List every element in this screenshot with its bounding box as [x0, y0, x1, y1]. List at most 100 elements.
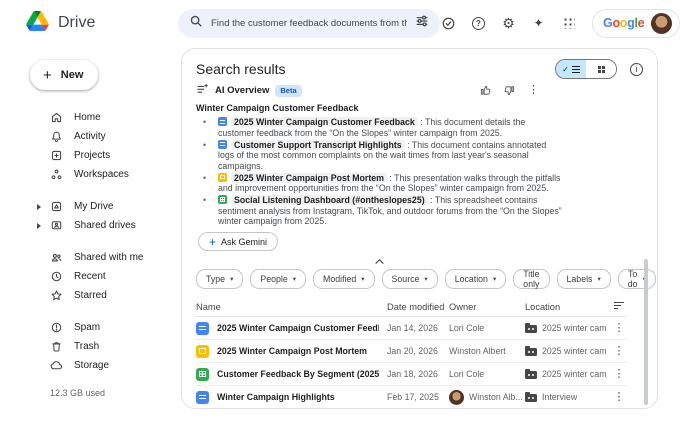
filter-chip[interactable]: People ▾	[250, 269, 306, 289]
sidebar-item[interactable]: Shared drives	[26, 216, 173, 235]
filter-chips: Type ▾ People ▾ Modified ▾ Source ▾ Loca…	[196, 269, 643, 289]
file-row[interactable]: Winter Campaign Highlights Feb 17, 2025 …	[196, 386, 627, 409]
main-layout: + New Home Activity	[0, 46, 680, 409]
file-location: 2025 winter cam	[542, 346, 607, 356]
file-type-icon	[218, 195, 227, 204]
sidebar-item-icon	[50, 219, 63, 232]
filter-chip-label: Labels	[567, 274, 593, 284]
filter-chip[interactable]: Location ▾	[445, 269, 507, 289]
thumbs-down-icon[interactable]	[504, 85, 515, 96]
expand-caret-icon[interactable]	[37, 204, 41, 210]
thumbs-up-icon[interactable]	[480, 85, 491, 96]
ai-overview-section: AI Overview Beta ⋮ Winter Campaign Custo…	[196, 83, 643, 263]
column-header-date-modified[interactable]: Date modified	[387, 302, 449, 312]
sidebar-item-icon	[50, 289, 63, 302]
sidebar-item-icon	[50, 321, 63, 334]
gemini-icon[interactable]	[530, 15, 547, 32]
help-icon[interactable]	[470, 15, 487, 32]
sidebar-item-icon	[50, 111, 63, 124]
sidebar-item-icon	[50, 149, 63, 162]
tune-icon[interactable]	[415, 14, 429, 33]
scrollbar[interactable]	[644, 259, 648, 405]
file-row[interactable]: 2025 Winter Campaign Post Mortem Jan 20,…	[196, 340, 627, 363]
referenced-file-link[interactable]: 2025 Winter Campaign Post Mortem	[231, 173, 387, 183]
sidebar-item[interactable]: Recent	[26, 267, 173, 286]
file-owner: Lori Cole	[449, 323, 484, 333]
sidebar-item[interactable]: Shared with me	[26, 248, 173, 267]
file-row[interactable]: 2025 Winter Campaign Customer Feedback J…	[196, 317, 627, 340]
search-input[interactable]: Find the customer feedback documents fro…	[211, 18, 407, 29]
details-info-icon[interactable]	[630, 63, 643, 76]
list-view-icon	[572, 66, 580, 73]
sidebar-item[interactable]: Activity	[26, 127, 173, 146]
account-pill: Google	[592, 9, 680, 38]
referenced-file-link[interactable]: Social Listening Dashboard (#ontheslopes…	[231, 195, 428, 205]
sidebar-item[interactable]: Trash	[26, 337, 173, 356]
row-more-options-icon[interactable]: ⋮	[614, 322, 625, 334]
dropdown-caret-icon: ▾	[293, 275, 296, 283]
file-type-icon	[196, 345, 209, 358]
referenced-file-link[interactable]: Customer Support Transcript Highlights	[231, 140, 405, 150]
sidebar-nav: Home Activity Projects	[26, 108, 173, 375]
ai-more-options-icon[interactable]: ⋮	[528, 85, 539, 96]
storage-used: 12.3 GB used	[26, 388, 173, 398]
search-results-panel: Search results ✓	[181, 48, 658, 409]
sidebar-item[interactable]: Workspaces	[26, 165, 173, 184]
sidebar-item-label: Home	[74, 112, 101, 123]
collapse-chevron-icon[interactable]	[374, 258, 385, 265]
row-more-options-icon[interactable]: ⋮	[614, 391, 625, 403]
apps-grid-icon[interactable]	[560, 15, 577, 32]
sidebar-item[interactable]: My Drive	[26, 197, 173, 216]
offline-status-icon[interactable]	[440, 15, 457, 32]
referenced-file-link[interactable]: 2025 Winter Campaign Customer Feedback	[231, 117, 418, 127]
ai-overview-bullet: Customer Support Transcript Highlights :…	[196, 140, 562, 172]
table-body: 2025 Winter Campaign Customer Feedback J…	[196, 317, 627, 409]
filter-chip[interactable]: Source ▾	[382, 269, 438, 289]
sidebar-item[interactable]: Projects	[26, 146, 173, 165]
sidebar-item-label: My Drive	[74, 201, 113, 212]
filter-chip[interactable]: To do ▾	[618, 269, 656, 289]
filter-chip[interactable]: Title only ▾	[513, 269, 549, 289]
search-bar[interactable]: Find the customer feedback documents fro…	[178, 9, 440, 38]
filter-chip-label: Type	[206, 274, 225, 284]
filter-chip[interactable]: Modified ▾	[313, 269, 375, 289]
ask-gemini-label: Ask Gemini	[221, 237, 267, 247]
expand-caret-icon[interactable]	[37, 223, 41, 229]
ask-gemini-button[interactable]: + Ask Gemini	[198, 232, 278, 251]
row-more-options-icon[interactable]: ⋮	[614, 345, 625, 357]
list-view-button[interactable]: ✓	[556, 60, 586, 78]
sidebar-item[interactable]: Starred	[26, 286, 173, 305]
filter-chip[interactable]: Labels ▾	[557, 269, 611, 289]
sidebar-item-icon	[50, 270, 63, 283]
google-drive-app: Drive Find the customer feedback documen…	[0, 0, 680, 409]
sidebar-item-icon	[50, 359, 63, 372]
ai-overview-bullet: 2025 Winter Campaign Post Mortem : This …	[196, 173, 562, 194]
sidebar-group: My Drive Shared drives	[26, 197, 173, 235]
column-header-location[interactable]: Location	[525, 302, 611, 312]
filter-chip-label: Source	[392, 274, 420, 284]
dropdown-caret-icon: ▾	[597, 275, 600, 283]
row-more-options-icon[interactable]: ⋮	[614, 368, 625, 380]
sidebar-item-label: Activity	[74, 131, 106, 142]
sidebar-item-label: Recent	[74, 271, 106, 282]
column-header-owner[interactable]: Owner	[449, 302, 525, 312]
settings-icon[interactable]	[500, 15, 517, 32]
sidebar-item-label: Trash	[74, 341, 99, 352]
view-toggle: ✓	[555, 59, 617, 79]
file-owner: Winston Albert	[449, 346, 506, 356]
filter-chip[interactable]: Type ▾	[196, 269, 243, 289]
column-header-name[interactable]: Name	[196, 302, 387, 312]
ai-overview-bullets: 2025 Winter Campaign Customer Feedback :…	[196, 117, 562, 227]
avatar[interactable]	[651, 13, 672, 34]
new-button[interactable]: + New	[30, 60, 98, 90]
file-name: Customer Feedback By Segment (2025)	[217, 369, 379, 379]
sidebar-item[interactable]: Home	[26, 108, 173, 127]
sort-icon[interactable]	[614, 302, 624, 310]
sidebar-group: Spam Trash Storage	[26, 318, 173, 375]
grid-view-button[interactable]	[586, 60, 616, 78]
file-row[interactable]: Customer Feedback By Segment (2025) Jan …	[196, 363, 627, 386]
location-icon	[525, 348, 537, 356]
sidebar-item[interactable]: Storage	[26, 356, 173, 375]
sidebar-item[interactable]: Spam	[26, 318, 173, 337]
plus-icon: +	[209, 236, 216, 248]
